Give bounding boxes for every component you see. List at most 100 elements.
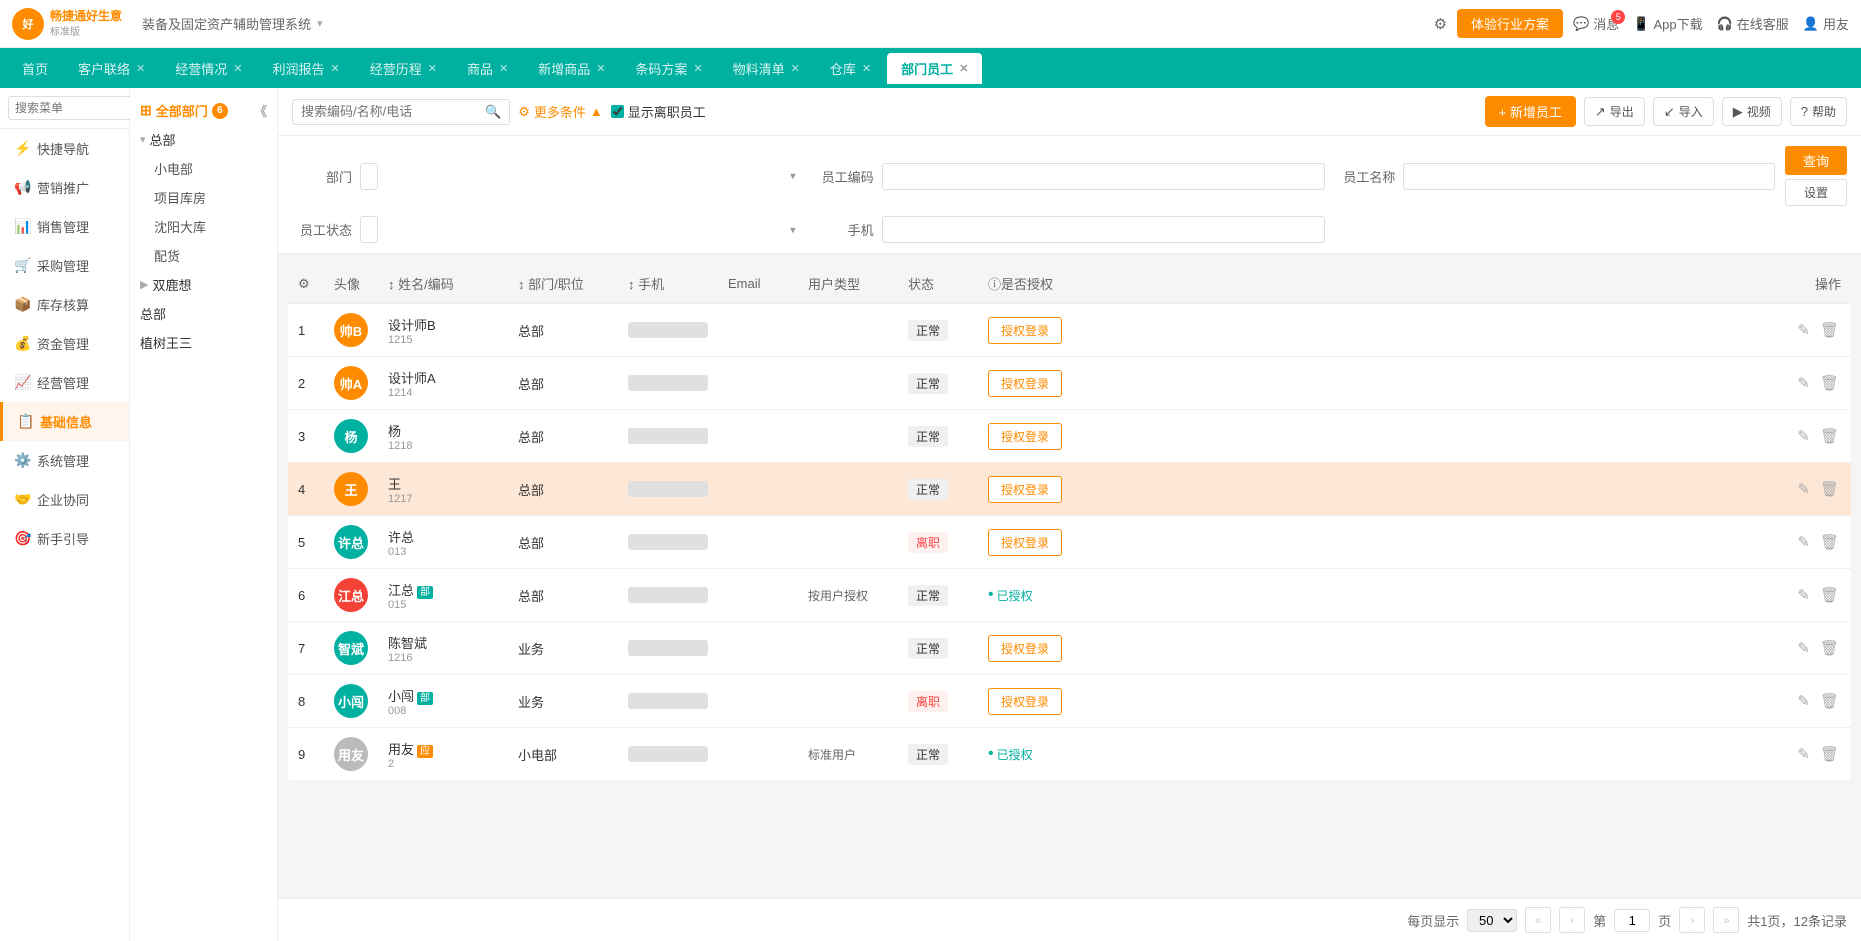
nav-item-guide[interactable]: 🎯新手引导 — [0, 519, 129, 558]
dept-item-zongbu-group[interactable]: ▾ 总部 — [130, 125, 277, 154]
dept-item-peihu[interactable]: 配货 — [130, 241, 277, 270]
dept-item-shenyang[interactable]: 沈阳大库 — [130, 212, 277, 241]
col-phone[interactable]: ↕ 手机 — [618, 264, 718, 304]
code-input[interactable] — [882, 163, 1326, 190]
dept-item-xiao-dian[interactable]: 小电部 — [130, 154, 277, 183]
settings-icon[interactable]: ⚙ — [1434, 15, 1447, 33]
next-page-btn[interactable]: › — [1679, 907, 1705, 933]
auth-login-button[interactable]: 授权登录 — [988, 529, 1062, 556]
edit-button[interactable]: ✎ — [1795, 478, 1812, 500]
name-code-wrap: 陈智斌 1216 — [388, 633, 498, 664]
user-menu[interactable]: 👤 用友 — [1803, 14, 1849, 33]
nav-item-collab[interactable]: 🤝企业协同 — [0, 480, 129, 519]
auth-login-button[interactable]: 授权登录 — [988, 317, 1062, 344]
delete-button[interactable]: 🗑 — [1818, 319, 1841, 341]
delete-button[interactable]: 🗑 — [1818, 690, 1841, 712]
col-settings[interactable]: ⚙ — [288, 264, 324, 304]
tab-barcode[interactable]: 条码方案 ✕ — [621, 53, 716, 84]
top-bar: 好 畅捷通好生意 标准版 装备及固定资产辅助管理系统 ▾ ⚙ 体验行业方案 💬 … — [0, 0, 1861, 48]
status-label: 员工状态 — [292, 220, 352, 239]
dept-select[interactable] — [360, 163, 378, 190]
help-button[interactable]: ? 帮助 — [1790, 97, 1847, 126]
tab-dept[interactable]: 部门员工 ✕ — [887, 53, 982, 84]
prev-page-btn[interactable]: ‹ — [1559, 907, 1585, 933]
dept-item-zhishuwang[interactable]: 植树王三 — [130, 328, 277, 357]
last-page-btn[interactable]: » — [1713, 907, 1739, 933]
tab-process[interactable]: 经营历程 ✕ — [356, 53, 451, 84]
online-service-btn[interactable]: 🎧 在线客服 — [1717, 14, 1789, 33]
col-ops-cell: ✎ 🗑 — [1108, 728, 1851, 781]
tab-material[interactable]: 物料清单 ✕ — [719, 53, 814, 84]
message-btn[interactable]: 💬 5 消息 — [1573, 14, 1619, 33]
nav-item-system[interactable]: ⚙️系统管理 — [0, 441, 129, 480]
edit-button[interactable]: ✎ — [1795, 372, 1812, 394]
auth-login-button[interactable]: 授权登录 — [988, 423, 1062, 450]
col-dept[interactable]: ↕ 部门/职位 — [508, 264, 618, 304]
first-page-btn[interactable]: « — [1525, 907, 1551, 933]
table-wrap: ⚙ 头像 ↕ 姓名/编码 ↕ 部门/职位 ↕ 手机 Email 用户类型 状态 … — [278, 254, 1861, 898]
auth-login-button[interactable]: 授权登录 — [988, 635, 1062, 662]
delete-button[interactable]: 🗑 — [1818, 584, 1841, 606]
delete-button[interactable]: 🗑 — [1818, 478, 1841, 500]
nav-item-inventory[interactable]: 📦库存核算 — [0, 285, 129, 324]
col-name[interactable]: ↕ 姓名/编码 — [378, 264, 508, 304]
show-resign-checkbox[interactable]: 显示离职员工 — [611, 102, 706, 121]
tab-addgoods[interactable]: 新增商品 ✕ — [524, 53, 619, 84]
edit-button[interactable]: ✎ — [1795, 637, 1812, 659]
tab-profit-report[interactable]: 经营情况 ✕ — [161, 53, 256, 84]
collapse-btn[interactable]: 《 — [254, 101, 267, 120]
search-input[interactable] — [301, 104, 481, 119]
col-name-cell: 设计师A 1214 — [378, 357, 508, 410]
nav-item-operation[interactable]: 📈经营管理 — [0, 363, 129, 402]
auth-login-button[interactable]: 授权登录 — [988, 688, 1062, 715]
delete-button[interactable]: 🗑 — [1818, 372, 1841, 394]
logo-area: 好 畅捷通好生意 标准版 — [12, 8, 132, 40]
more-filter-btn[interactable]: ⚙ 更多条件 ▲ — [518, 102, 603, 121]
phone-blur — [628, 746, 708, 762]
dept-item-project[interactable]: 项目库房 — [130, 183, 277, 212]
dept-all-btn[interactable]: ⊞ 全部部门 6 《 — [130, 96, 277, 125]
name-input[interactable] — [1403, 163, 1775, 190]
delete-button[interactable]: 🗑 — [1818, 637, 1841, 659]
edit-button[interactable]: ✎ — [1795, 690, 1812, 712]
tab-profit[interactable]: 利润报告 ✕ — [258, 53, 353, 84]
nav-item-purchase[interactable]: 🛒采购管理 — [0, 246, 129, 285]
auth-login-button[interactable]: 授权登录 — [988, 476, 1062, 503]
dept-label: 部门 — [292, 167, 352, 186]
page-input[interactable] — [1614, 909, 1650, 932]
edit-button[interactable]: ✎ — [1795, 584, 1812, 606]
tab-goods[interactable]: 商品 ✕ — [453, 53, 522, 84]
nav-item-marketing[interactable]: 📢营销推广 — [0, 168, 129, 207]
trial-button[interactable]: 体验行业方案 — [1457, 9, 1563, 38]
app-download-btn[interactable]: 📱 App下载 — [1633, 14, 1702, 33]
auth-login-button[interactable]: 授权登录 — [988, 370, 1062, 397]
tab-warehouse[interactable]: 仓库 ✕ — [816, 53, 885, 84]
export-button[interactable]: ↗ 导出 — [1584, 97, 1645, 126]
set-button[interactable]: 设置 — [1785, 179, 1847, 206]
status-select[interactable] — [360, 216, 378, 243]
video-button[interactable]: ▶ 视频 — [1722, 97, 1782, 126]
dept-item-shuanglu[interactable]: ▶ 双鹿想 — [130, 270, 277, 299]
nav-item-sales[interactable]: 📊销售管理 — [0, 207, 129, 246]
delete-button[interactable]: 🗑 — [1818, 425, 1841, 447]
per-page-select[interactable]: 50 100 200 — [1467, 909, 1517, 932]
edit-button[interactable]: ✎ — [1795, 531, 1812, 553]
edit-button[interactable]: ✎ — [1795, 319, 1812, 341]
tab-customer[interactable]: 客户联络 ✕ — [64, 53, 159, 84]
edit-button[interactable]: ✎ — [1795, 743, 1812, 765]
tab-home[interactable]: 首页 — [8, 53, 62, 84]
import-button[interactable]: ↙ 导入 — [1653, 97, 1714, 126]
nav-item-finance[interactable]: 💰资金管理 — [0, 324, 129, 363]
edit-button[interactable]: ✎ — [1795, 425, 1812, 447]
delete-button[interactable]: 🗑 — [1818, 743, 1841, 765]
col-status-cell: 正常 — [898, 357, 978, 410]
dept-item-zongbu-leaf[interactable]: 总部 — [130, 299, 277, 328]
nav-item-shortcut[interactable]: ⚡快捷导航 — [0, 129, 129, 168]
nav-item-basic[interactable]: 📋基础信息 — [0, 402, 129, 441]
delete-button[interactable]: 🗑 — [1818, 531, 1841, 553]
search-button[interactable]: 查询 — [1785, 146, 1847, 175]
phone-input[interactable] — [882, 216, 1326, 243]
search-icon: 🔍 — [485, 104, 501, 120]
add-employee-button[interactable]: + 新增员工 — [1485, 96, 1576, 127]
col-email: Email — [718, 264, 798, 304]
